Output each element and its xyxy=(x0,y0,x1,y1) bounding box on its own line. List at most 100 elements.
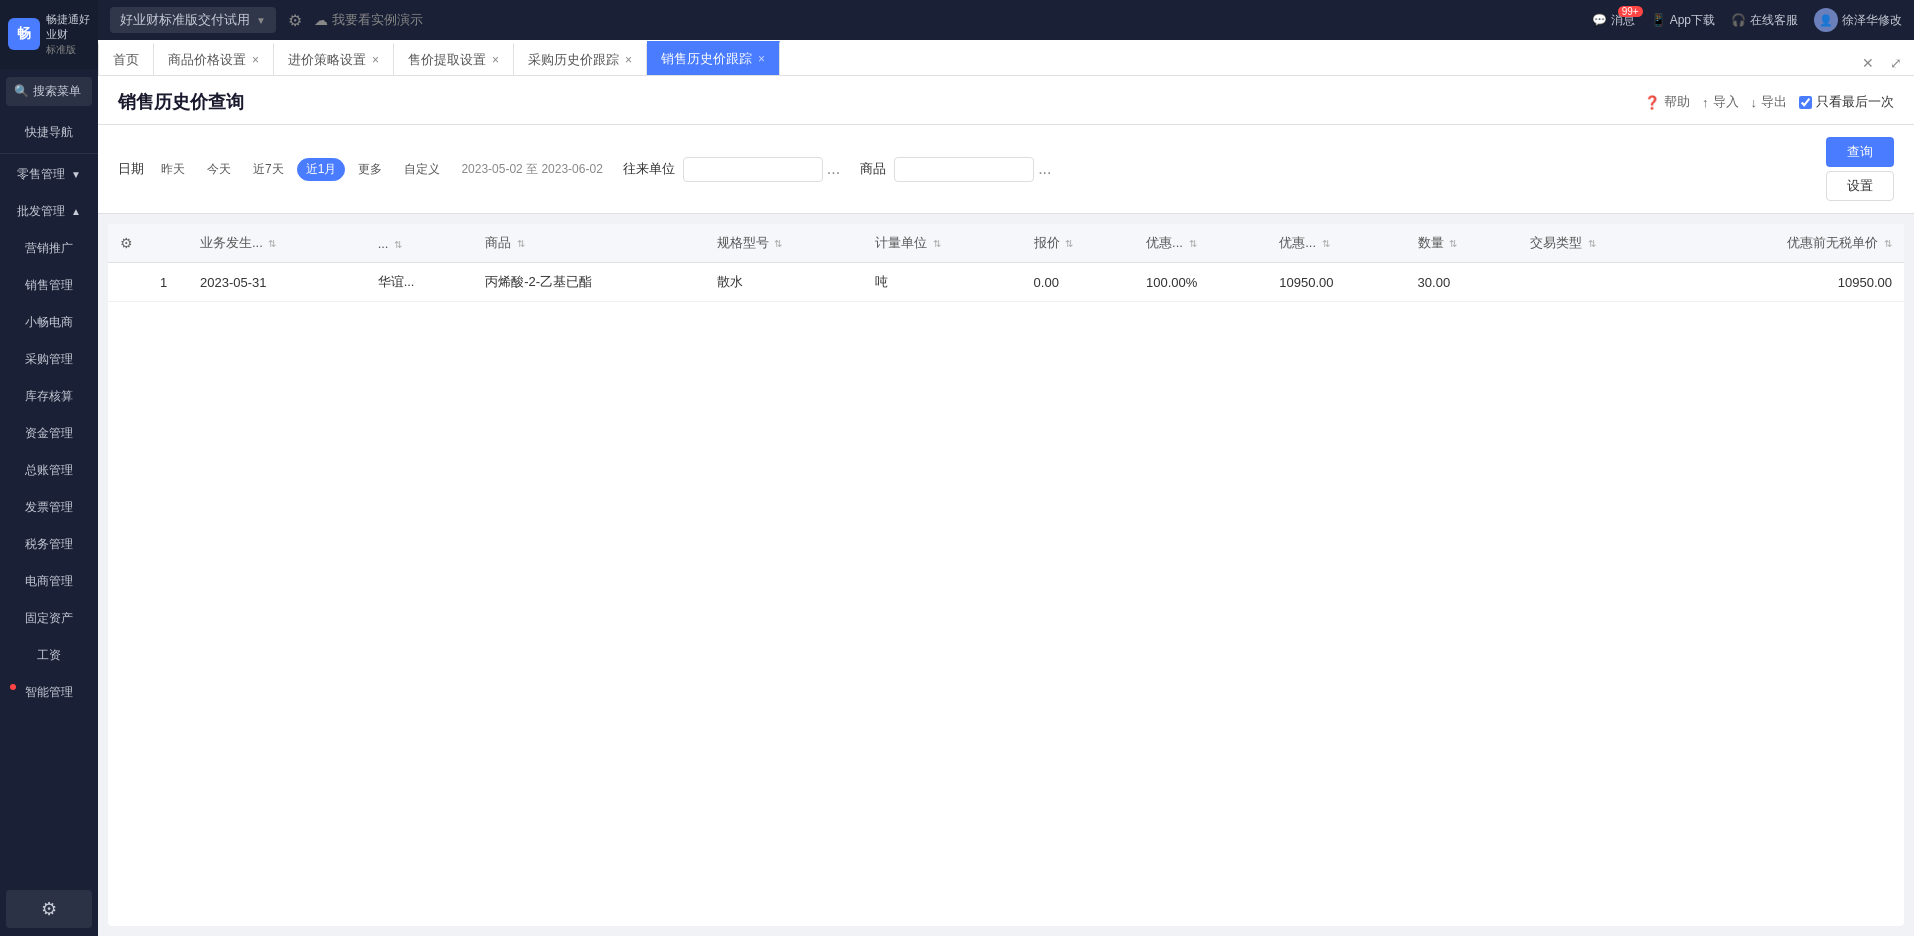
date-btn-custom[interactable]: 自定义 xyxy=(395,158,449,181)
sort-date-icon[interactable]: ⇅ xyxy=(268,238,276,249)
col-header-discount-pct[interactable]: 优惠... ⇅ xyxy=(1134,224,1267,263)
search-menu-button[interactable]: 🔍 搜索菜单 xyxy=(6,77,92,106)
sort-spec-icon[interactable]: ⇅ xyxy=(774,238,782,249)
online-service-button[interactable]: 🎧 在线客服 xyxy=(1731,12,1798,29)
export-icon: ↓ xyxy=(1751,95,1758,110)
sidebar-bottom: ⚙ xyxy=(0,882,98,936)
tabbar-controls: ✕ ⤢ xyxy=(1858,51,1914,75)
sort-product-icon[interactable]: ⇅ xyxy=(517,238,525,249)
sort-extra-icon[interactable]: ⇅ xyxy=(394,239,402,250)
tab-price-settings[interactable]: 商品价格设置 × xyxy=(154,43,274,75)
sort-unit-icon[interactable]: ⇅ xyxy=(933,238,941,249)
tab-close-sales-history[interactable]: × xyxy=(758,52,765,66)
import-link[interactable]: ↑ 导入 xyxy=(1702,93,1739,111)
sort-discount-pct-icon[interactable]: ⇅ xyxy=(1189,238,1197,249)
source-unit-dots-button[interactable]: ... xyxy=(827,160,840,178)
sort-quantity-icon[interactable]: ⇅ xyxy=(1449,238,1457,249)
source-unit-input[interactable] xyxy=(683,157,823,182)
topbar-settings-button[interactable]: ⚙ xyxy=(288,11,302,30)
sidebar-item-sales[interactable]: 销售管理 xyxy=(0,267,98,304)
topbar: 好业财标准版交付试用 ▼ ⚙ ☁ 我要看实例演示 💬 消息 99+ 📱 App下… xyxy=(98,0,1914,40)
tab-close-purchase-strategy[interactable]: × xyxy=(372,53,379,67)
last-only-checkbox[interactable] xyxy=(1799,96,1812,109)
sidebar-item-ecommerce-small[interactable]: 小畅电商 xyxy=(0,304,98,341)
col-header-no-tax-price[interactable]: 优惠前无税单价 ⇅ xyxy=(1677,224,1904,263)
search-icon: 🔍 xyxy=(14,84,29,98)
sidebar-item-ecommerce[interactable]: 电商管理 xyxy=(0,563,98,600)
sidebar-item-purchase[interactable]: 采购管理 xyxy=(0,341,98,378)
module-name: 好业财标准版交付试用 xyxy=(120,11,250,29)
filter-bar: 日期 昨天 今天 近7天 近1月 更多 自定义 2023-05-02 至 202… xyxy=(98,125,1914,214)
sort-trade-type-icon[interactable]: ⇅ xyxy=(1588,238,1596,249)
tab-sales-history[interactable]: 销售历史价跟踪 × xyxy=(647,41,780,75)
retail-expand-arrow: ▼ xyxy=(71,169,81,180)
search-menu-btn[interactable]: 🔍 搜索菜单 xyxy=(0,69,98,114)
help-link[interactable]: ❓ 帮助 xyxy=(1644,93,1690,111)
avatar: 👤 xyxy=(1814,8,1838,32)
export-link[interactable]: ↓ 导出 xyxy=(1751,93,1788,111)
product-filter-label: 商品 xyxy=(860,160,886,178)
sidebar-item-finance[interactable]: 资金管理 xyxy=(0,415,98,452)
sort-discount-price-icon[interactable]: ⇅ xyxy=(1322,238,1330,249)
tab-sale-extract[interactable]: 售价提取设置 × xyxy=(394,43,514,75)
product-input[interactable] xyxy=(894,157,1034,182)
sidebar-settings-button[interactable]: ⚙ xyxy=(6,890,92,928)
query-button[interactable]: 查询 xyxy=(1826,137,1894,167)
tab-home[interactable]: 首页 xyxy=(98,43,154,75)
row-discount-pct-cell: 100.00% xyxy=(1134,263,1267,302)
logo-icon: 畅 xyxy=(8,18,40,50)
sidebar-item-payroll[interactable]: 工资 xyxy=(0,637,98,674)
date-btn-more[interactable]: 更多 xyxy=(349,158,391,181)
col-header-date[interactable]: 业务发生... ⇅ xyxy=(188,224,366,263)
date-btn-today[interactable]: 今天 xyxy=(198,158,240,181)
app-logo: 畅 畅捷通好业财 标准版 xyxy=(0,0,98,69)
col-header-spec[interactable]: 规格型号 ⇅ xyxy=(705,224,863,263)
message-button[interactable]: 💬 消息 99+ xyxy=(1592,12,1635,29)
col-header-unit[interactable]: 计量单位 ⇅ xyxy=(863,224,1021,263)
sidebar-divider-1 xyxy=(0,153,98,154)
col-header-quantity[interactable]: 数量 ⇅ xyxy=(1406,224,1518,263)
help-icon: ❓ xyxy=(1644,95,1660,110)
col-header-discount-price[interactable]: 优惠... ⇅ xyxy=(1267,224,1405,263)
sidebar-item-ledger[interactable]: 总账管理 xyxy=(0,452,98,489)
app-download-button[interactable]: 📱 App下载 xyxy=(1651,12,1715,29)
settings-icon: ⚙ xyxy=(41,898,57,920)
tab-close-all-button[interactable]: ✕ xyxy=(1858,51,1878,75)
col-header-trade-type[interactable]: 交易类型 ⇅ xyxy=(1518,224,1676,263)
sidebar-item-assets[interactable]: 固定资产 xyxy=(0,600,98,637)
tab-purchase-history[interactable]: 采购历史价跟踪 × xyxy=(514,43,647,75)
date-range-display: 2023-05-02 至 2023-06-02 xyxy=(461,161,602,178)
last-only-checkbox-label[interactable]: 只看最后一次 xyxy=(1799,93,1894,111)
product-dots-button[interactable]: ... xyxy=(1038,160,1051,178)
tab-close-purchase-history[interactable]: × xyxy=(625,53,632,67)
col-header-num xyxy=(148,224,188,263)
col-header-product[interactable]: 商品 ⇅ xyxy=(473,224,704,263)
sidebar-item-inventory[interactable]: 库存核算 xyxy=(0,378,98,415)
date-btn-yesterday[interactable]: 昨天 xyxy=(152,158,194,181)
tab-close-price-settings[interactable]: × xyxy=(252,53,259,67)
sort-price-icon[interactable]: ⇅ xyxy=(1065,238,1073,249)
tab-purchase-strategy[interactable]: 进价策略设置 × xyxy=(274,43,394,75)
sort-no-tax-price-icon[interactable]: ⇅ xyxy=(1884,238,1892,249)
user-profile-button[interactable]: 👤 徐泽华修改 xyxy=(1814,8,1902,32)
tab-maximize-button[interactable]: ⤢ xyxy=(1886,51,1906,75)
col-header-price[interactable]: 报价 ⇅ xyxy=(1022,224,1134,263)
sidebar-item-smart[interactable]: 智能管理 xyxy=(0,674,98,711)
sidebar-item-quick-nav[interactable]: 快捷导航 xyxy=(0,114,98,151)
sidebar-item-retail[interactable]: 零售管理 ▼ xyxy=(0,156,98,193)
table-settings-gear[interactable]: ⚙ xyxy=(120,235,133,251)
module-selector[interactable]: 好业财标准版交付试用 ▼ xyxy=(110,7,276,33)
headset-icon: 🎧 xyxy=(1731,13,1746,27)
sidebar-item-tax[interactable]: 税务管理 xyxy=(0,526,98,563)
sidebar-item-invoice[interactable]: 发票管理 xyxy=(0,489,98,526)
data-table-wrap: ⚙ 业务发生... ⇅ ... ⇅ 商品 ⇅ xyxy=(108,224,1904,926)
date-btn-7days[interactable]: 近7天 xyxy=(244,158,293,181)
tabbar: 首页 商品价格设置 × 进价策略设置 × 售价提取设置 × 采购历史价跟踪 × … xyxy=(98,40,1914,76)
sidebar-item-marketing[interactable]: 营销推广 xyxy=(0,230,98,267)
filter-settings-button[interactable]: 设置 xyxy=(1826,171,1894,201)
col-header-extra[interactable]: ... ⇅ xyxy=(366,224,474,263)
tab-close-sale-extract[interactable]: × xyxy=(492,53,499,67)
sidebar-item-wholesale[interactable]: 批发管理 ▲ xyxy=(0,193,98,230)
date-btn-1month[interactable]: 近1月 xyxy=(297,158,346,181)
demo-link[interactable]: ☁ 我要看实例演示 xyxy=(314,11,423,29)
